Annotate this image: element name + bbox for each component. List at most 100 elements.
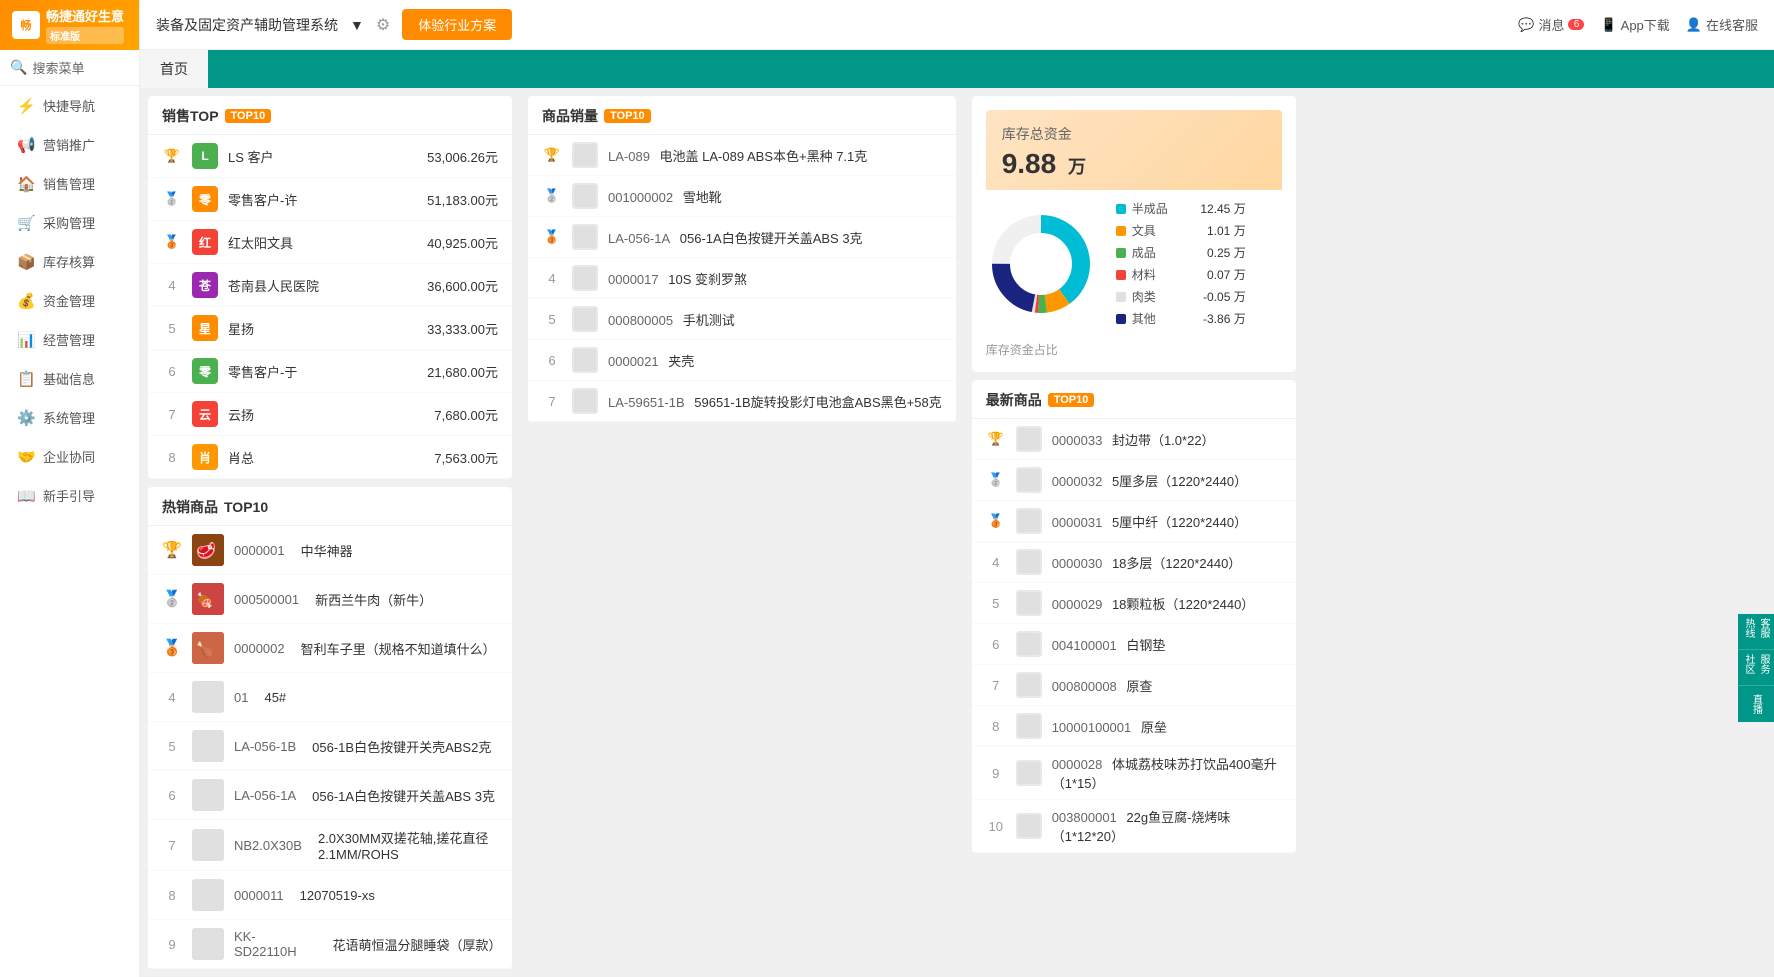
search-menu-item[interactable]: 🔍 搜索菜单: [0, 50, 139, 86]
inventory-chart-label: 库存资金占比: [986, 337, 1282, 358]
logo-icon: 畅: [12, 11, 40, 39]
product-code: 0000001: [234, 543, 285, 558]
dropdown-chevron-icon[interactable]: ▼: [350, 17, 364, 33]
rank-num: 7: [162, 838, 182, 853]
product-name: 5厘中纤（1220*2440）: [1112, 515, 1247, 530]
product-image: 🥩: [192, 534, 224, 566]
product-name: 056-1A白色按键开关盖ABS 3克: [680, 231, 863, 246]
product-image: [192, 730, 224, 762]
rank-num: 🥈: [162, 191, 182, 207]
inventory-amount: 9.88 万: [1002, 148, 1266, 180]
rank-num: 8: [162, 450, 182, 465]
customer-ranking-table: 🏆 L LS 客户 53,006.26元 🥈 零 零售客户-许 51,183.0…: [148, 135, 512, 479]
sidebar-item-operations[interactable]: 📊 经营管理: [0, 320, 139, 359]
table-row: 6 零 零售客户-于 21,680.00元: [148, 350, 512, 393]
list-item: 10 003800001 22g鱼豆腐-烧烤味（1*12*20）: [972, 800, 1296, 853]
avatar: 云: [192, 401, 218, 427]
sidebar-item-finance[interactable]: 💰 资金管理: [0, 281, 139, 320]
sidebar-item-system[interactable]: ⚙️ 系统管理: [0, 398, 139, 437]
product-code: 01: [234, 690, 248, 705]
rank-num: 9: [162, 937, 182, 952]
mobile-icon: 📱: [1600, 17, 1616, 33]
app-download-item[interactable]: 📱 App下载: [1600, 15, 1669, 34]
rank-medal: 🥉: [986, 513, 1006, 529]
product-code: 0000031: [1052, 515, 1103, 530]
product-code: 0000033: [1052, 433, 1103, 448]
list-item: 9 0000028 体城荔枝味苏打饮品400毫升（1*15）: [972, 747, 1296, 800]
legend-item-chengpin: 成品 0.25 万: [1116, 244, 1246, 261]
table-row: 8 肖 肖总 7,563.00元: [148, 436, 512, 479]
list-item: 🏆 🥩 0000001 中华神器: [148, 526, 512, 575]
float-btn-live[interactable]: 直播: [1738, 686, 1774, 722]
product-name: 雪地靴: [683, 190, 722, 205]
product-image: [192, 779, 224, 811]
notifications-item[interactable]: 💬 消息 6: [1518, 15, 1584, 34]
product-icon: [572, 265, 598, 291]
product-image: [192, 928, 224, 960]
product-code: 004100001: [1052, 638, 1117, 653]
product-name: 夹壳: [668, 354, 694, 369]
topbar: 装备及固定资产辅助管理系统 ▼ ⚙ 体验行业方案 💬 消息 6 📱 App下载 …: [140, 0, 1774, 50]
sidebar-item-sales[interactable]: 🏠 销售管理: [0, 164, 139, 203]
legend-value: 0.07 万: [1207, 266, 1246, 283]
product-code: 003800001: [1052, 810, 1117, 825]
app-download-label: App下载: [1621, 15, 1670, 34]
sidebar-item-quick-nav[interactable]: ⚡ 快捷导航: [0, 86, 139, 125]
legend-value: 12.45 万: [1200, 200, 1245, 217]
customer-ranking-header: 销售TOP TOP10: [148, 96, 512, 135]
legend-item-qita: 其他 -3.86 万: [1116, 310, 1246, 327]
trial-button[interactable]: 体验行业方案: [402, 9, 512, 40]
customer-amount: 53,006.26元: [427, 147, 498, 166]
online-service-item[interactable]: 👤 在线客服: [1686, 15, 1758, 34]
product-info: 0000031 5厘中纤（1220*2440）: [1052, 512, 1282, 531]
sidebar-item-marketing[interactable]: 📢 营销推广: [0, 125, 139, 164]
tab-home[interactable]: 首页: [140, 50, 208, 88]
product-name: 5厘多层（1220*2440）: [1112, 474, 1247, 489]
legend-dot: [1116, 226, 1126, 236]
inventory-header: 库存总资金 9.88 万: [986, 110, 1282, 190]
rank-medal: 🥈: [162, 589, 182, 609]
table-row: 7 LA-59651-1B 59651-1B旋转投影灯电池盒ABS黑色+58克: [528, 381, 956, 422]
legend-label: 成品: [1132, 244, 1201, 261]
table-row: 🏆 LA-089 电池盖 LA-089 ABS本色+黑种 7.1克: [528, 135, 956, 176]
gear-icon[interactable]: ⚙: [376, 15, 390, 35]
product-ranking-card: 商品销量 TOP10 🏆 LA-089 电池盖 LA-089 ABS本色+黑种 …: [528, 96, 956, 422]
rank-medal: 🥈: [542, 188, 562, 204]
hot-products-title: 热销商品: [162, 497, 218, 517]
col-left: 销售TOP TOP10 🏆 L LS 客户 53,006.26元: [140, 88, 520, 977]
product-info: 000800005 手机测试: [608, 310, 942, 329]
sidebar-item-purchase[interactable]: 🛒 采购管理: [0, 203, 139, 242]
product-name: 59651-1B旋转投影灯电池盒ABS黑色+58克: [694, 395, 941, 410]
avatar: 零: [192, 186, 218, 212]
product-info: LA-59651-1B 59651-1B旋转投影灯电池盒ABS黑色+58克: [608, 392, 942, 411]
customer-name: 零售客户-于: [228, 362, 417, 381]
float-btn-hotline[interactable]: 客服热线: [1738, 614, 1774, 650]
sidebar-item-inventory[interactable]: 📦 库存核算: [0, 242, 139, 281]
product-code: LA-056-1B: [234, 739, 296, 754]
customer-name: 苍南县人民医院: [228, 276, 417, 295]
sidebar-item-guide[interactable]: 📖 新手引导: [0, 476, 139, 515]
product-info: 003800001 22g鱼豆腐-烧烤味（1*12*20）: [1052, 807, 1282, 845]
rank-medal: 🥉: [542, 229, 562, 245]
product-info: 0000033 封边带（1.0*22）: [1052, 430, 1282, 449]
product-image: [192, 879, 224, 911]
product-code: 000800005: [608, 313, 673, 328]
rank-num: 6: [986, 637, 1006, 652]
list-item: 7 NB2.0X30B 2.0X30MM双搓花轴,搓花直径2.1MM/ROHS: [148, 820, 512, 871]
product-name: 白钢垫: [1126, 638, 1165, 653]
rank-num: 🏆: [162, 148, 182, 164]
sidebar-item-basic-info[interactable]: 📋 基础信息: [0, 359, 139, 398]
sidebar-logo: 畅 畅捷通好生意 标准版: [0, 0, 139, 50]
product-icon: [1016, 631, 1042, 657]
customer-amount: 7,563.00元: [434, 448, 498, 467]
legend-dot: [1116, 314, 1126, 324]
product-code: 001000002: [608, 190, 673, 205]
sidebar-item-label: 采购管理: [43, 213, 95, 232]
sidebar-item-cooperation[interactable]: 🤝 企业协同: [0, 437, 139, 476]
customer-top-badge: TOP10: [225, 109, 272, 123]
product-name: 新西兰牛肉（新牛）: [315, 590, 432, 609]
float-btn-community[interactable]: 服务社区: [1738, 650, 1774, 686]
product-name: 056-1B白色按键开关壳ABS2克: [312, 737, 491, 756]
product-name: 18多层（1220*2440）: [1112, 556, 1241, 571]
product-icon: [572, 388, 598, 414]
